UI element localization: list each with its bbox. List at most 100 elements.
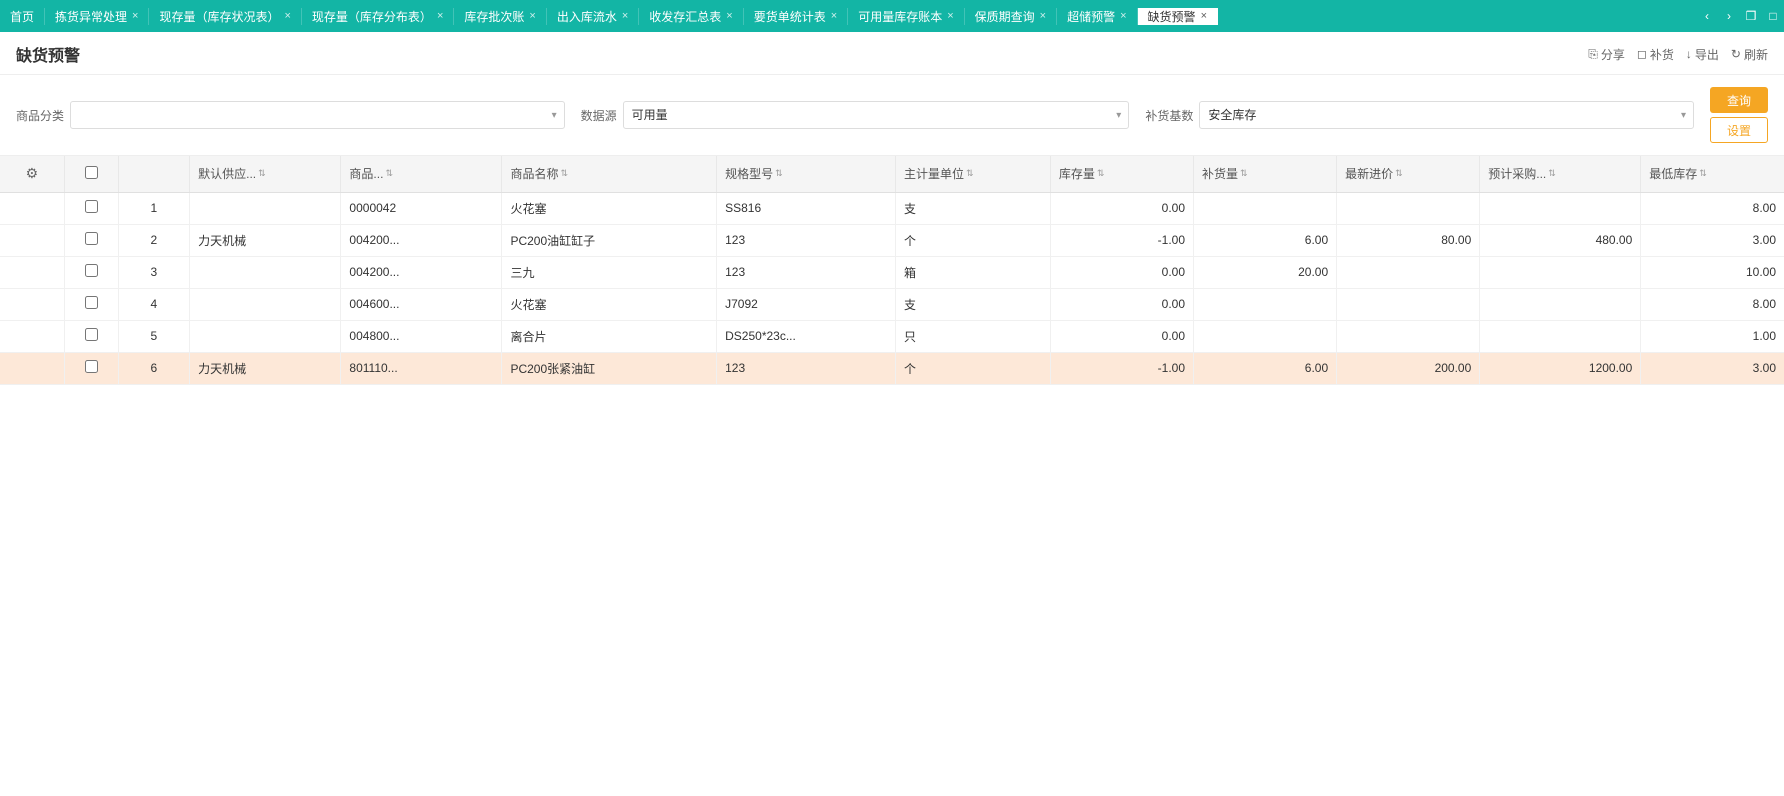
tab-close-inventory-status[interactable]: × [284,10,290,22]
tab-label-exception: 拣货异常处理 [55,8,127,25]
col-stock-header[interactable]: 库存量 ⇅ [1050,156,1193,192]
tab-close-shortage[interactable]: × [1201,10,1207,22]
tab-bar: 首页拣货异常处理×现存量（库存状况表）×现存量（库存分布表）×库存批次账×出入库… [0,0,1784,32]
row-cell-unit: 只 [896,320,1051,352]
col-minstock-header[interactable]: 最低库存 ⇅ [1641,156,1784,192]
row-cell-supplier [190,256,341,288]
latest-sort-icon: ⇅ [1395,168,1403,179]
col-latest-header[interactable]: 最新进价 ⇅ [1337,156,1480,192]
share-icon: ⎘ [1588,47,1598,62]
tab-close-inventory-dist[interactable]: × [437,10,443,22]
row-cell-estimated [1480,256,1641,288]
select-all-checkbox[interactable] [85,166,98,179]
col-code-header[interactable]: 商品... ⇅ [341,156,502,192]
tab-label-inventory-dist: 现存量（库存分布表） [312,8,432,25]
datasource-select[interactable]: 可用量 库存量 [623,101,1130,129]
tab-next-btn[interactable]: › [1718,0,1740,32]
col-name-label: 商品名称 [510,165,558,182]
row-gear-cell [0,224,64,256]
col-spec-header[interactable]: 规格型号 ⇅ [717,156,896,192]
tab-inventory-dist[interactable]: 现存量（库存分布表） × [302,8,454,25]
row-checkbox[interactable] [85,232,98,245]
tab-label-home: 首页 [10,8,34,25]
row-cell-spec: DS250*23c... [717,320,896,352]
row-check-cell [64,320,118,352]
col-check-header[interactable] [64,156,118,192]
row-checkbox[interactable] [85,360,98,373]
row-cell-minstock: 8.00 [1641,192,1784,224]
row-checkbox[interactable] [85,264,98,277]
row-cell-minstock: 8.00 [1641,288,1784,320]
row-cell-stock: 0.00 [1050,288,1193,320]
tab-exception[interactable]: 拣货异常处理 × [45,8,149,25]
tab-fullscreen-btn[interactable]: □ [1762,0,1784,32]
datasource-select-wrap: 可用量 库存量 ▾ [623,101,1130,129]
table-gear-icon[interactable]: ⚙ [26,165,39,181]
row-cell-replenish: 6.00 [1194,224,1337,256]
col-name-header[interactable]: 商品名称 ⇅ [502,156,717,192]
col-gear-header[interactable]: ⚙ [0,156,64,192]
col-supplier-header[interactable]: 默认供应... ⇅ [190,156,341,192]
tab-inventory-status[interactable]: 现存量（库存状况表） × [149,8,301,25]
col-supplier-label: 默认供应... [198,165,256,182]
tab-close-order-stats[interactable]: × [831,10,837,22]
row-cell-name: PC200张紧油缸 [502,352,717,384]
table-header-row: ⚙ 默认供应... ⇅ 商品... [0,156,1784,192]
row-checkbox[interactable] [85,200,98,213]
spec-sort-icon: ⇅ [775,168,783,179]
row-cell-latest [1337,320,1480,352]
replenish-base-select[interactable]: 安全库存 最低库存 [1199,101,1694,129]
row-cell-spec: 123 [717,256,896,288]
row-checkbox[interactable] [85,296,98,309]
tab-close-inout-flow[interactable]: × [622,10,628,22]
row-cell-latest [1337,256,1480,288]
datasource-label: 数据源 [581,107,617,124]
row-checkbox[interactable] [85,328,98,341]
category-select[interactable] [70,101,565,129]
row-cell-no: 1 [118,192,190,224]
query-button[interactable]: 查询 [1710,87,1768,113]
tab-shortage[interactable]: 缺货预警 × [1138,8,1218,25]
refresh-btn[interactable]: ↻ 刷新 [1731,46,1768,63]
tab-inout-flow[interactable]: 出入库流水× [547,8,639,25]
row-cell-unit: 箱 [896,256,1051,288]
tab-restore-btn[interactable]: ❒ [1740,0,1762,32]
tab-home[interactable]: 首页 [0,8,45,25]
page-header: 缺货预警 ⎘ 分享 ◻ 补货 ↓ 导出 ↻ 刷新 [0,32,1784,75]
tab-close-collect-summary[interactable]: × [726,10,732,22]
tab-overstock[interactable]: 超储预警× [1057,8,1137,25]
settings-button[interactable]: 设置 [1710,117,1768,143]
tab-available-ledger[interactable]: 可用量库存账本× [848,8,964,25]
row-cell-replenish [1194,192,1337,224]
row-cell-replenish: 20.00 [1194,256,1337,288]
estimated-sort-icon: ⇅ [1548,168,1556,179]
col-unit-header[interactable]: 主计量单位 ⇅ [896,156,1051,192]
tab-close-batch-account[interactable]: × [529,10,535,22]
row-cell-replenish [1194,320,1337,352]
tab-label-inventory-status: 现存量（库存状况表） [159,8,279,25]
export-btn[interactable]: ↓ 导出 [1686,46,1719,63]
replenish-base-label: 补货基数 [1145,107,1193,124]
row-cell-estimated [1480,320,1641,352]
row-cell-estimated [1480,288,1641,320]
tab-label-shortage: 缺货预警 [1148,8,1196,25]
tab-order-stats[interactable]: 要货单统计表× [744,8,848,25]
tab-collect-summary[interactable]: 收发存汇总表× [639,8,743,25]
row-cell-code: 004600... [341,288,502,320]
col-estimated-header[interactable]: 预计采购... ⇅ [1480,156,1641,192]
export-icon: ↓ [1686,47,1692,61]
row-cell-unit: 支 [896,192,1051,224]
tab-close-exception[interactable]: × [132,10,138,22]
tab-batch-account[interactable]: 库存批次账× [454,8,546,25]
replenish-icon: ◻ [1637,47,1647,61]
tab-prev-btn[interactable]: ‹ [1696,0,1718,32]
tab-expiry-query[interactable]: 保质期查询 × [965,8,1057,25]
table-row: 4004600...火花塞J7092支0.008.00 [0,288,1784,320]
share-btn[interactable]: ⎘ 分享 [1588,46,1625,63]
tab-close-expiry-query[interactable]: × [1040,10,1046,22]
tab-label-expiry-query: 保质期查询 [975,8,1035,25]
col-replenish-header[interactable]: 补货量 ⇅ [1194,156,1337,192]
replenish-btn[interactable]: ◻ 补货 [1637,46,1674,63]
tab-close-overstock[interactable]: × [1120,10,1126,22]
tab-close-available-ledger[interactable]: × [947,10,953,22]
